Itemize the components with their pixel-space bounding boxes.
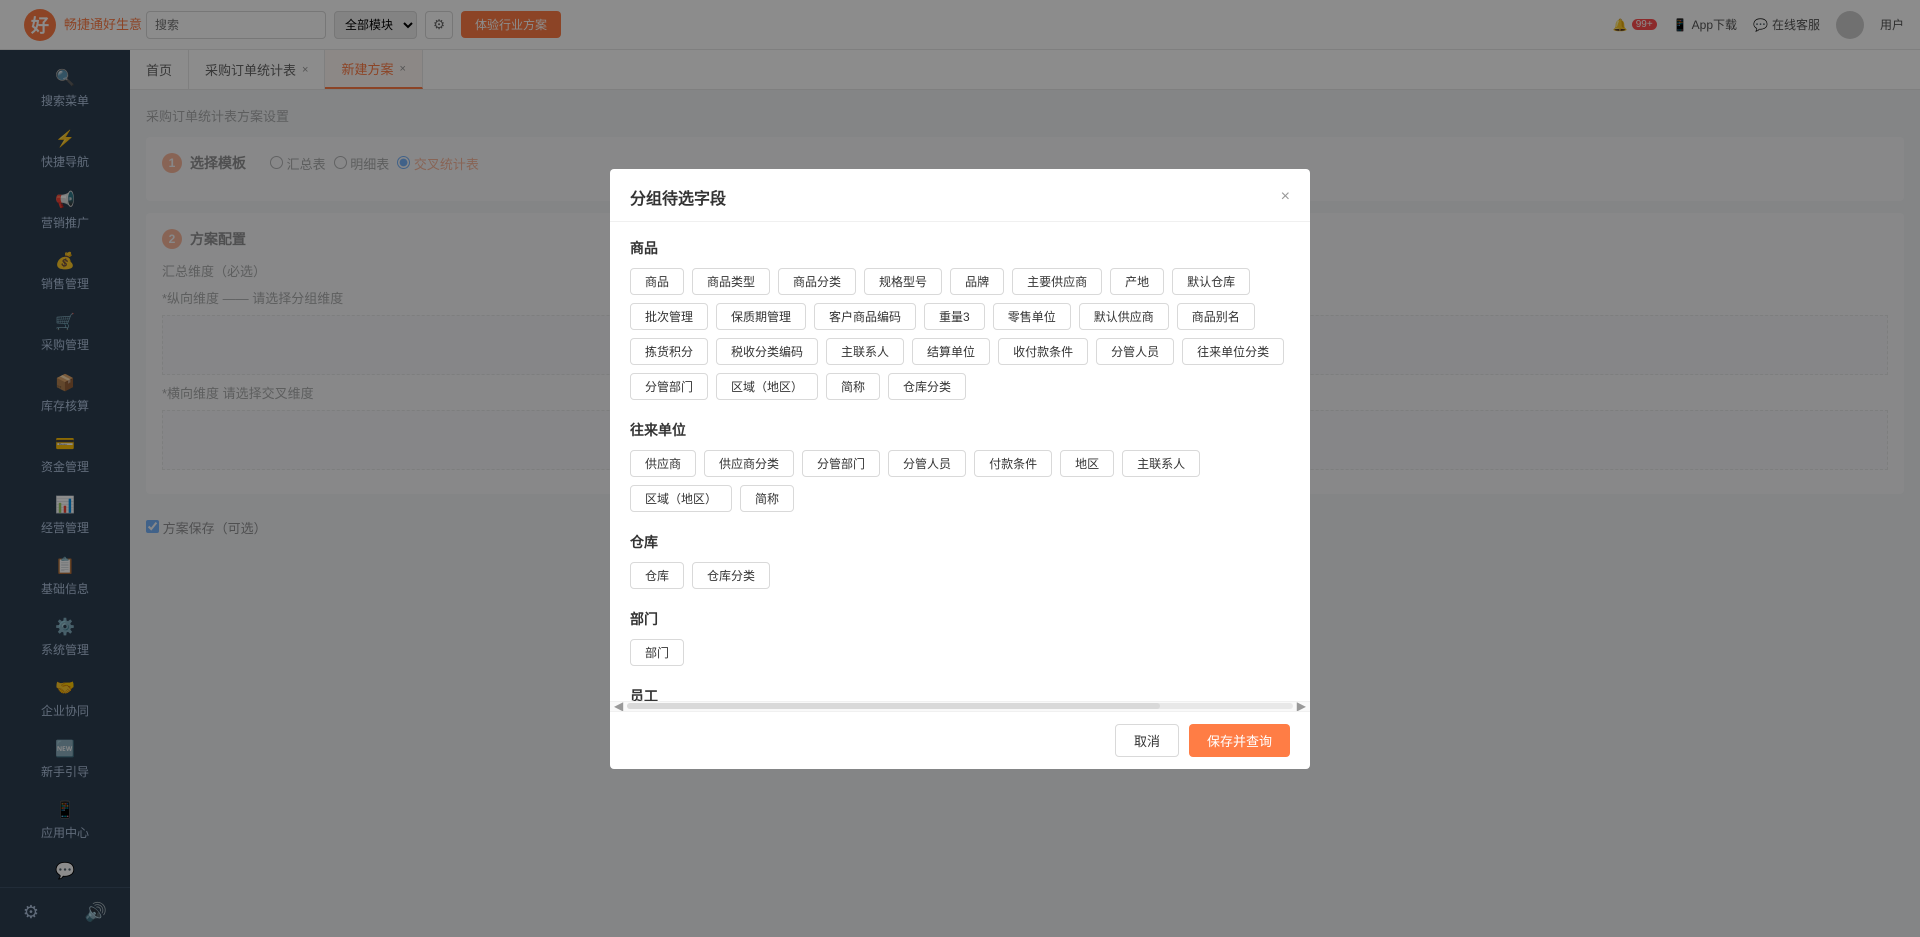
section-title-4: 员工 <box>630 686 1290 701</box>
dialog-header: 分组待选字段 × <box>610 169 1310 222</box>
hscroll-thumb <box>627 703 1159 709</box>
field-tag-1-0[interactable]: 供应商 <box>630 450 696 477</box>
dialog-overlay: 分组待选字段 × 商品商品商品类型商品分类规格型号品牌主要供应商产地默认仓库批次… <box>0 0 1920 937</box>
dialog-title: 分组待选字段 <box>630 185 726 209</box>
dialog-body[interactable]: 商品商品商品类型商品分类规格型号品牌主要供应商产地默认仓库批次管理保质期管理客户… <box>610 222 1310 701</box>
field-tag-0-2[interactable]: 商品分类 <box>778 268 856 295</box>
field-tag-0-16[interactable]: 税收分类编码 <box>716 338 818 365</box>
field-tag-0-14[interactable]: 商品别名 <box>1177 303 1255 330</box>
field-tag-0-0[interactable]: 商品 <box>630 268 684 295</box>
field-tag-2-1[interactable]: 仓库分类 <box>692 562 770 589</box>
field-tag-0-15[interactable]: 拣货积分 <box>630 338 708 365</box>
field-tag-0-10[interactable]: 客户商品编码 <box>814 303 916 330</box>
section-title-0: 商品 <box>630 238 1290 258</box>
dialog-hscroll: ◀ ▶ <box>610 701 1310 711</box>
field-tag-0-7[interactable]: 默认仓库 <box>1172 268 1250 295</box>
hscroll-track[interactable] <box>627 703 1293 709</box>
field-tag-0-18[interactable]: 结算单位 <box>912 338 990 365</box>
section-title-3: 部门 <box>630 609 1290 629</box>
field-tag-0-24[interactable]: 简称 <box>826 373 880 400</box>
field-section-4: 员工业务员 <box>630 686 1290 701</box>
field-tag-0-17[interactable]: 主联系人 <box>826 338 904 365</box>
field-tag-0-8[interactable]: 批次管理 <box>630 303 708 330</box>
field-tag-0-21[interactable]: 往来单位分类 <box>1182 338 1284 365</box>
field-tag-1-3[interactable]: 分管人员 <box>888 450 966 477</box>
field-tag-1-2[interactable]: 分管部门 <box>802 450 880 477</box>
dialog-footer: 取消 保存并查询 <box>610 711 1310 769</box>
field-tag-0-23[interactable]: 区域（地区） <box>716 373 818 400</box>
field-tag-1-4[interactable]: 付款条件 <box>974 450 1052 477</box>
field-select-dialog: 分组待选字段 × 商品商品商品类型商品分类规格型号品牌主要供应商产地默认仓库批次… <box>610 169 1310 769</box>
field-section-0: 商品商品商品类型商品分类规格型号品牌主要供应商产地默认仓库批次管理保质期管理客户… <box>630 238 1290 400</box>
field-tag-1-7[interactable]: 区域（地区） <box>630 485 732 512</box>
field-tag-1-1[interactable]: 供应商分类 <box>704 450 794 477</box>
field-tags-3: 部门 <box>630 639 1290 666</box>
field-tags-0: 商品商品类型商品分类规格型号品牌主要供应商产地默认仓库批次管理保质期管理客户商品… <box>630 268 1290 400</box>
close-icon[interactable]: × <box>1281 188 1290 206</box>
field-section-3: 部门部门 <box>630 609 1290 666</box>
field-tag-0-6[interactable]: 产地 <box>1110 268 1164 295</box>
field-tag-0-1[interactable]: 商品类型 <box>692 268 770 295</box>
field-tag-0-9[interactable]: 保质期管理 <box>716 303 806 330</box>
field-tags-2: 仓库仓库分类 <box>630 562 1290 589</box>
field-tag-0-12[interactable]: 零售单位 <box>993 303 1071 330</box>
field-tag-0-22[interactable]: 分管部门 <box>630 373 708 400</box>
field-tag-1-6[interactable]: 主联系人 <box>1122 450 1200 477</box>
field-tag-0-25[interactable]: 仓库分类 <box>888 373 966 400</box>
field-tag-0-5[interactable]: 主要供应商 <box>1012 268 1102 295</box>
field-tag-2-0[interactable]: 仓库 <box>630 562 684 589</box>
field-tag-0-13[interactable]: 默认供应商 <box>1079 303 1169 330</box>
field-tag-1-8[interactable]: 简称 <box>740 485 794 512</box>
section-title-2: 仓库 <box>630 532 1290 552</box>
confirm-button[interactable]: 保存并查询 <box>1189 724 1290 757</box>
field-tag-0-4[interactable]: 品牌 <box>950 268 1004 295</box>
field-tag-0-11[interactable]: 重量3 <box>924 303 985 330</box>
field-section-2: 仓库仓库仓库分类 <box>630 532 1290 589</box>
field-tag-3-0[interactable]: 部门 <box>630 639 684 666</box>
field-tag-1-5[interactable]: 地区 <box>1060 450 1114 477</box>
field-section-1: 往来单位供应商供应商分类分管部门分管人员付款条件地区主联系人区域（地区） 简称 <box>630 420 1290 512</box>
field-tag-0-19[interactable]: 收付款条件 <box>998 338 1088 365</box>
field-tags-1: 供应商供应商分类分管部门分管人员付款条件地区主联系人区域（地区） 简称 <box>630 450 1290 512</box>
field-tag-0-20[interactable]: 分管人员 <box>1096 338 1174 365</box>
section-title-1: 往来单位 <box>630 420 1290 440</box>
cancel-button[interactable]: 取消 <box>1115 724 1179 757</box>
field-tag-0-3[interactable]: 规格型号 <box>864 268 942 295</box>
